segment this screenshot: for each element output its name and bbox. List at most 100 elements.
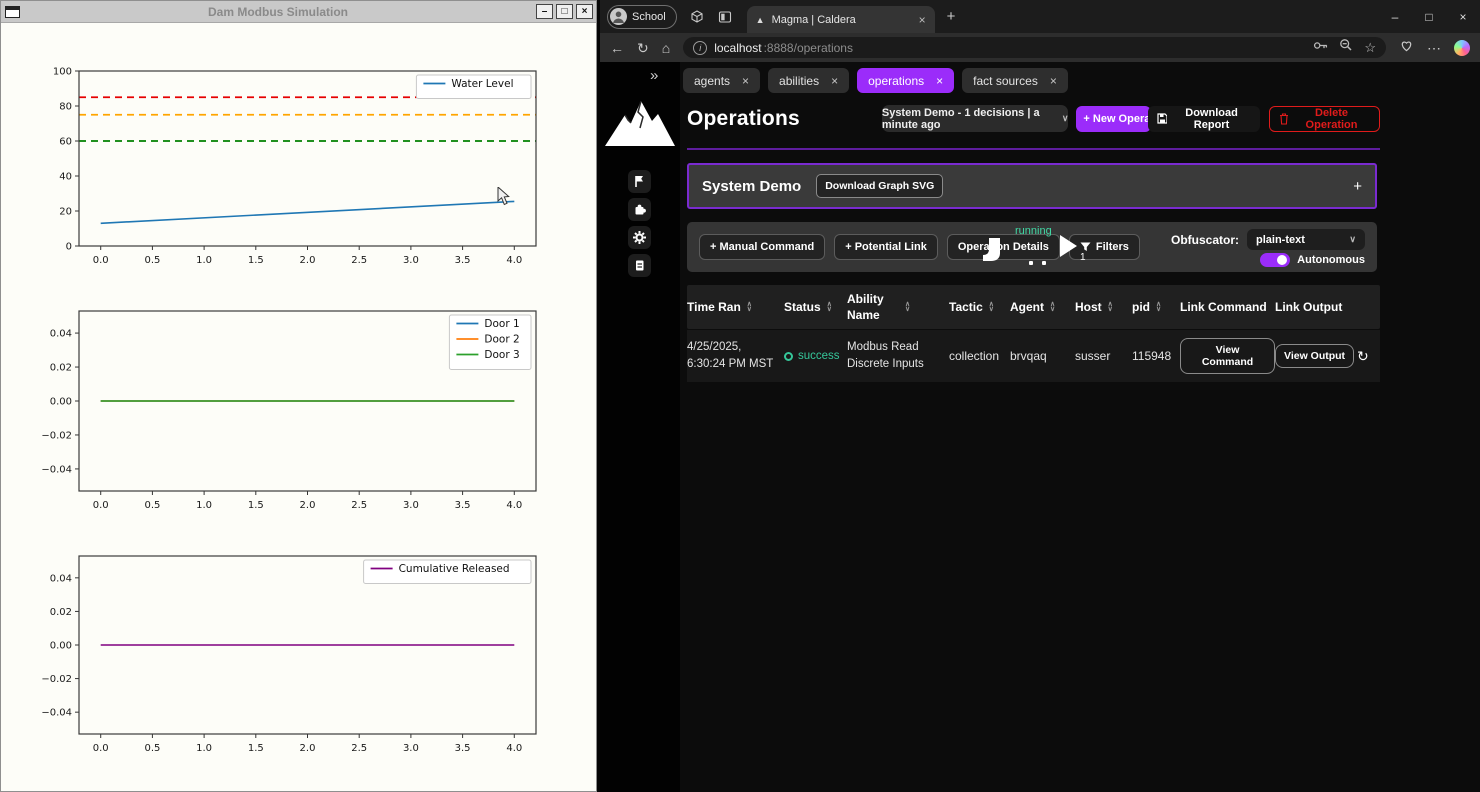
run-count-badge: 1 [1080,252,1086,263]
minimize-button[interactable]: – [536,4,553,19]
page-title: Operations [687,106,800,130]
browser-minimize-button[interactable]: – [1378,2,1412,32]
tab-close-icon[interactable]: × [919,13,926,27]
sidebar-server-button[interactable] [628,254,651,277]
col-time-ran[interactable]: Time Ran ∧ ∨ [687,300,784,314]
new-operation-button[interactable]: + New Operatio [1076,105,1152,132]
svg-text:Door 1: Door 1 [484,318,519,330]
cell-time-ran: 4/25/2025, 6:30:24 PM MST [687,340,774,371]
svg-text:Door 3: Door 3 [484,349,519,361]
potential-link-button[interactable]: + Potential Link [834,234,938,260]
obfuscator-select[interactable]: plain-text ∨ [1247,229,1365,250]
svg-text:1.5: 1.5 [248,743,264,754]
svg-text:0.0: 0.0 [93,255,109,266]
zoom-out-icon[interactable] [1339,38,1353,57]
maximize-button[interactable]: □ [556,4,573,19]
col-ability-name[interactable]: Ability Name ∧ ∨ [847,291,949,323]
back-icon[interactable]: ← [610,41,624,55]
sidebar-campaigns-button[interactable] [628,170,651,193]
copilot-icon[interactable] [1454,39,1470,56]
tab-abilities[interactable]: abilities × [768,68,850,93]
close-icon[interactable]: × [742,74,749,88]
more-menu-icon[interactable]: ⋯ [1427,41,1441,55]
system-demo-panel: System Demo Download Graph SVG + [687,163,1377,209]
svg-text:Cumulative Released: Cumulative Released [399,563,510,575]
purple-divider [687,148,1380,150]
chevron-down-icon: ∨ [1061,113,1069,123]
svg-text:1.0: 1.0 [196,743,212,754]
split-screen-icon[interactable] [717,9,733,25]
view-output-button[interactable]: View Output [1275,344,1355,369]
svg-text:2.5: 2.5 [351,500,367,511]
autonomous-label: Autonomous [1297,254,1365,266]
svg-text:3.0: 3.0 [403,255,419,266]
svg-text:Door 2: Door 2 [484,334,519,346]
workspaces-icon[interactable] [689,9,705,25]
delete-operation-button[interactable]: Delete Operation [1269,105,1380,132]
profile-button[interactable]: School [607,4,677,29]
col-host[interactable]: Host ∧ ∨ [1075,300,1132,314]
caldera-logo [605,100,675,151]
close-button[interactable]: × [576,4,593,19]
col-pid[interactable]: pid ∧ ∨ [1132,300,1180,314]
desktop: Dam Modbus Simulation – □ × 0 20 40 60 80 100… [0,0,1480,792]
tab-operations[interactable]: operations × [857,68,955,93]
address-bar[interactable]: i localhost :8888/operations ☆ [683,37,1386,58]
sidebar-plugins-button[interactable] [628,198,651,221]
sort-icon[interactable]: ∧ ∨ [1108,301,1113,313]
window-menu-icon[interactable] [5,5,20,18]
refresh-icon[interactable]: ↻ [637,41,649,55]
favorites-star-icon[interactable]: ☆ [1364,41,1376,54]
download-report-button[interactable]: Download Report [1148,105,1261,132]
operation-select[interactable]: System Demo - 1 decisions | a minute ago… [881,105,1069,132]
col-link-output: Link Output [1275,300,1343,315]
col-tactic[interactable]: Tactic ∧ ∨ [949,300,1010,314]
col-link-command: Link Command [1180,300,1267,315]
doors-chart: −0.04 −0.02 0.00 0.02 0.04 0.0 0.5 1.0 1.5 2.0 2.5… [41,310,537,511]
sort-icon[interactable]: ∧ ∨ [1156,301,1161,313]
browser-tab[interactable]: ▲ Magma | Caldera × [746,6,935,33]
tab-agents[interactable]: agents × [683,68,761,93]
new-tab-button[interactable]: + [947,8,956,25]
expand-panel-icon[interactable]: + [1353,178,1362,195]
server-icon [636,260,644,271]
run-operation-button[interactable] [1060,235,1077,257]
svg-text:0.04: 0.04 [50,573,72,584]
browser-close-button[interactable]: × [1446,2,1480,32]
svg-text:0.0: 0.0 [93,743,109,754]
col-status[interactable]: Status ∧ ∨ [784,300,847,314]
download-graph-svg-button[interactable]: Download Graph SVG [816,174,944,198]
svg-text:2.0: 2.0 [300,255,316,266]
sidebar-expand-icon[interactable]: » [650,67,658,84]
svg-text:60: 60 [59,137,72,148]
col-agent[interactable]: Agent ∧ ∨ [1010,300,1075,314]
password-key-icon[interactable] [1313,38,1328,58]
cumulative-released-chart: −0.04 −0.02 0.00 0.02 0.04 0.0 0.5 1.0 1.5 2.0 2.5… [41,555,537,754]
close-icon[interactable]: × [1050,74,1057,88]
row-refresh-icon[interactable]: ↻ [1357,348,1380,365]
tab-fact-sources[interactable]: fact sources × [962,68,1068,93]
sort-icon[interactable]: ∧ ∨ [989,301,994,313]
table-header: Time Ran ∧ ∨ Status ∧ ∨ Ability Name ∧ ∨ Tacti… [687,285,1380,330]
autonomous-toggle[interactable] [1260,253,1291,267]
view-command-button[interactable]: View Command [1180,338,1275,375]
sidebar-configuration-button[interactable] [628,226,651,249]
simulation-titlebar[interactable]: Dam Modbus Simulation – □ × [1,1,596,23]
sort-icon[interactable]: ∧ ∨ [827,301,832,313]
home-icon[interactable]: ⌂ [662,41,670,55]
browser-maximize-button[interactable]: □ [1412,2,1446,32]
site-info-icon[interactable]: i [693,40,708,55]
svg-text:0.00: 0.00 [50,397,72,408]
svg-text:3.0: 3.0 [403,743,419,754]
sort-icon[interactable]: ∧ ∨ [905,301,910,313]
sort-icon[interactable]: ∧ ∨ [747,301,752,313]
manual-command-button[interactable]: + Manual Command [699,234,826,260]
sort-icon[interactable]: ∧ ∨ [1050,301,1055,313]
caldera-sidebar: » [600,62,680,792]
browser-essentials-icon[interactable] [1399,38,1414,58]
operation-controls-panel: + Manual Command + Potential Link Operat… [687,222,1377,272]
close-icon[interactable]: × [831,74,838,88]
close-icon[interactable]: × [936,74,943,88]
svg-text:−0.02: −0.02 [41,674,72,685]
operations-header: Operations System Demo - 1 decisions | a… [687,105,1380,132]
